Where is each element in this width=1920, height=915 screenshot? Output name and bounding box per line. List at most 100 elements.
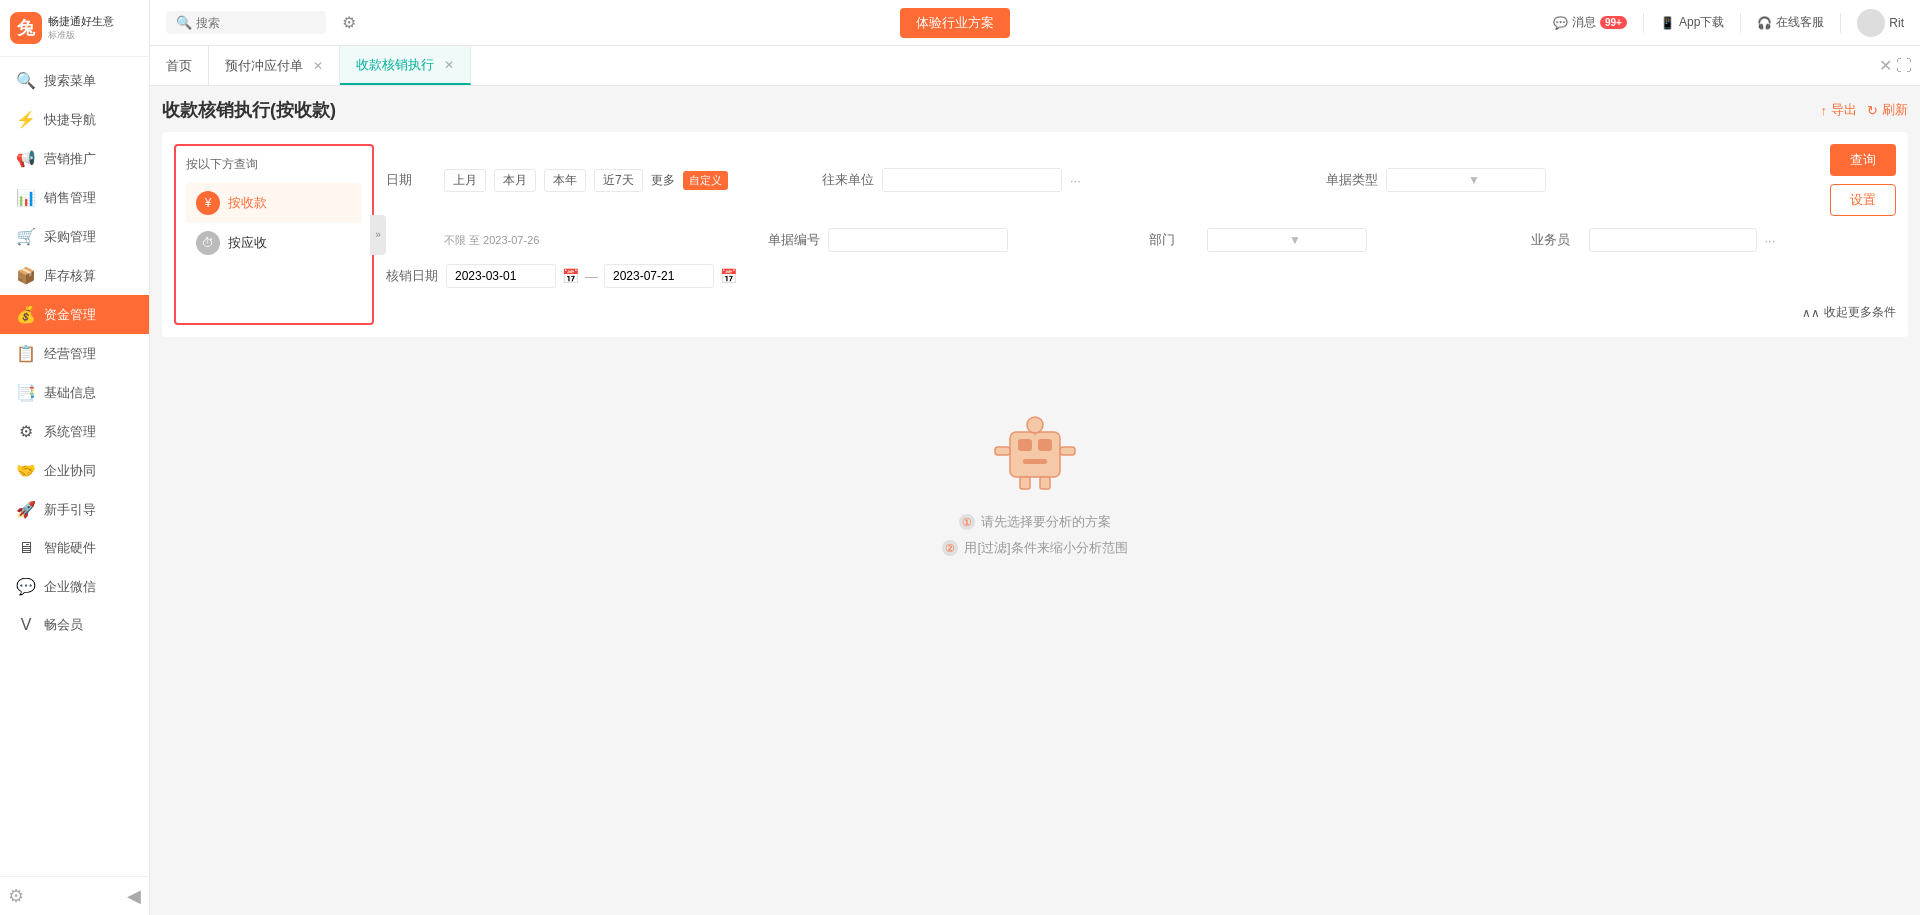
filter-bill-no-input[interactable] xyxy=(828,228,1008,252)
sidebar-logo: 兔 畅捷通好生意 标准版 xyxy=(0,0,149,57)
online-service-item[interactable]: 🎧 在线客服 xyxy=(1757,14,1824,31)
sidebar-item-12[interactable]: 🖥智能硬件 xyxy=(0,529,149,567)
filter-verify-date-start[interactable] xyxy=(446,264,556,288)
nav-label-14: 畅会员 xyxy=(44,616,83,634)
app-download-item[interactable]: 📱 App下载 xyxy=(1660,14,1724,31)
nav-label-8: 基础信息 xyxy=(44,384,96,402)
date-this-year[interactable]: 本年 xyxy=(544,169,586,192)
date-more-btn[interactable]: 更多 xyxy=(651,172,675,189)
query-button[interactable]: 查询 xyxy=(1830,144,1896,176)
nav-icon-9: ⚙ xyxy=(16,422,36,441)
sidebar-item-5[interactable]: 📦库存核算 xyxy=(0,256,149,295)
sidebar-item-13[interactable]: 💬企业微信 xyxy=(0,567,149,606)
topbar-gear-icon[interactable]: ⚙ xyxy=(342,13,356,32)
filter-dept-select[interactable]: ▼ xyxy=(1207,228,1367,252)
date-last-month[interactable]: 上月 xyxy=(444,169,486,192)
filter-bill-type-select[interactable]: ▼ xyxy=(1386,168,1546,192)
date-this-month[interactable]: 本月 xyxy=(494,169,536,192)
collapse-more-label: 收起更多条件 xyxy=(1824,304,1896,321)
page-title: 收款核销执行(按收款) xyxy=(162,98,336,122)
sidebar-item-14[interactable]: V畅会员 xyxy=(0,606,149,644)
filter-receivable-icon: ⏱ xyxy=(196,231,220,255)
main-area: 🔍 ⚙ 体验行业方案 💬 消息 99+ 📱 App下载 🎧 在线客服 xyxy=(150,0,1920,915)
sidebar: 兔 畅捷通好生意 标准版 🔍搜索菜单⚡快捷导航📢营销推广📊销售管理 🛒 采购管理 📦库… xyxy=(0,0,150,915)
sidebar-item-11[interactable]: 🚀新手引导 xyxy=(0,490,149,529)
nav-label-4: 采购管理 xyxy=(44,228,96,246)
tabbar: 首页 预付冲应付单 ✕ 收款核销执行 ✕ ✕ ⛶ xyxy=(150,46,1920,86)
tab-receipt-close[interactable]: ✕ xyxy=(444,58,454,72)
sidebar-item-0[interactable]: 🔍搜索菜单 xyxy=(0,61,149,100)
nav-label-0: 搜索菜单 xyxy=(44,72,96,90)
filter-date-label: 日期 xyxy=(386,171,436,189)
collapse-sidebar-icon[interactable]: ◀ xyxy=(127,885,141,907)
tab-receipt[interactable]: 收款核销执行 ✕ xyxy=(340,46,471,85)
app-name-block: 畅捷通好生意 标准版 xyxy=(48,14,114,41)
filter-salesman-dots[interactable]: ··· xyxy=(1765,233,1776,248)
svg-rect-6 xyxy=(1020,477,1030,489)
sidebar-item-4[interactable]: 🛒 采购管理 xyxy=(0,217,149,256)
filter-salesman-input[interactable] xyxy=(1589,228,1757,252)
sidebar-item-8[interactable]: 📑基础信息 xyxy=(0,373,149,412)
sidebar-item-6[interactable]: 💰资金管理 xyxy=(0,295,149,334)
chevron-up-icon: ∧∧ xyxy=(1802,306,1820,320)
collapse-more-conditions[interactable]: ∧∧ 收起更多条件 xyxy=(386,300,1896,325)
tab-home[interactable]: 首页 xyxy=(150,46,209,85)
expand-tab-icon[interactable]: ⛶ xyxy=(1896,57,1912,75)
filter-salesman-field: 业务员 ··· xyxy=(1531,228,1897,252)
nav-label-6: 资金管理 xyxy=(44,306,96,324)
sidebar-item-2[interactable]: 📢营销推广 xyxy=(0,139,149,178)
filter-date-field: 日期 上月 本月 本年 近7天 更多 自定义 xyxy=(386,169,806,192)
filter-date-group: 上月 本月 本年 近7天 更多 自定义 xyxy=(444,169,728,192)
nav-icon-1: ⚡ xyxy=(16,110,36,129)
filter-salesman-label: 业务员 xyxy=(1531,231,1581,249)
calendar-end-icon[interactable]: 📅 xyxy=(720,268,737,284)
sidebar-item-10[interactable]: 🤝企业协同 xyxy=(0,451,149,490)
sidebar-item-3[interactable]: 📊销售管理 xyxy=(0,178,149,217)
filter-option-by-receipt[interactable]: ¥ 按收款 xyxy=(186,183,362,223)
nav-icon-4: 🛒 xyxy=(16,227,36,246)
svg-rect-5 xyxy=(1060,447,1075,455)
filter-row-2: 不限 至 2023-07-26 单据编号 部门 ▼ xyxy=(386,228,1896,252)
nav-label-7: 经营管理 xyxy=(44,345,96,363)
export-button[interactable]: ↑ 导出 xyxy=(1821,101,1858,119)
tab-prepay-close[interactable]: ✕ xyxy=(313,59,323,73)
nav-icon-2: 📢 xyxy=(16,149,36,168)
sidebar-item-1[interactable]: ⚡快捷导航 xyxy=(0,100,149,139)
filter-verify-date-field: 核销日期 📅 — 📅 xyxy=(386,264,1896,288)
filter-vendor-dots[interactable]: ··· xyxy=(1070,173,1081,188)
settings-icon[interactable]: ⚙ xyxy=(8,885,24,907)
date-custom-badge[interactable]: 自定义 xyxy=(683,171,728,190)
sidebar-item-9[interactable]: ⚙系统管理 xyxy=(0,412,149,451)
filter-bill-no-field: 单据编号 xyxy=(768,228,1134,252)
tab-prepay[interactable]: 预付冲应付单 ✕ xyxy=(209,46,340,85)
filter-vendor-input[interactable] xyxy=(882,168,1062,192)
message-item[interactable]: 💬 消息 99+ xyxy=(1553,14,1627,31)
online-service-label: 在线客服 xyxy=(1776,14,1824,31)
refresh-button[interactable]: ↻ 刷新 xyxy=(1867,101,1908,119)
user-area[interactable]: Rit xyxy=(1857,9,1904,37)
filter-bill-type-field: 单据类型 ▼ xyxy=(1326,168,1814,192)
collapse-filter-btn[interactable]: » xyxy=(370,215,386,255)
filter-date-range-text: 不限 至 2023-07-26 xyxy=(444,233,539,248)
settings-button[interactable]: 设置 xyxy=(1830,184,1896,216)
nav-label-11: 新手引导 xyxy=(44,501,96,519)
solution-button[interactable]: 体验行业方案 xyxy=(900,8,1010,38)
calendar-start-icon[interactable]: 📅 xyxy=(562,268,579,284)
filter-verify-date-end[interactable] xyxy=(604,264,714,288)
topbar-search-input[interactable] xyxy=(196,16,316,30)
sidebar-item-7[interactable]: 📋经营管理 xyxy=(0,334,149,373)
date-last-7-days[interactable]: 近7天 xyxy=(594,169,643,192)
filter-mode-panel: 按以下方查询 ¥ 按收款 ⏱ 按应收 » xyxy=(174,144,374,325)
filter-conditions: 日期 上月 本月 本年 近7天 更多 自定义 往来单位 xyxy=(386,144,1896,325)
tab-home-label: 首页 xyxy=(166,57,192,75)
nav-label-3: 销售管理 xyxy=(44,189,96,207)
date-range-dash: — xyxy=(585,269,598,284)
close-tab-icon[interactable]: ✕ xyxy=(1879,56,1892,75)
empty-state: ① 请先选择要分析的方案 ② 用[过滤]条件来缩小分析范围 xyxy=(162,337,1908,617)
filter-vendor-label: 往来单位 xyxy=(822,171,874,189)
divider-2 xyxy=(1740,13,1741,33)
filter-panel: 按以下方查询 ¥ 按收款 ⏱ 按应收 » 日期 xyxy=(162,132,1908,337)
export-label: 导出 xyxy=(1831,101,1857,119)
filter-option-by-receivable[interactable]: ⏱ 按应收 xyxy=(186,223,362,263)
topbar-search-area[interactable]: 🔍 xyxy=(166,11,326,34)
